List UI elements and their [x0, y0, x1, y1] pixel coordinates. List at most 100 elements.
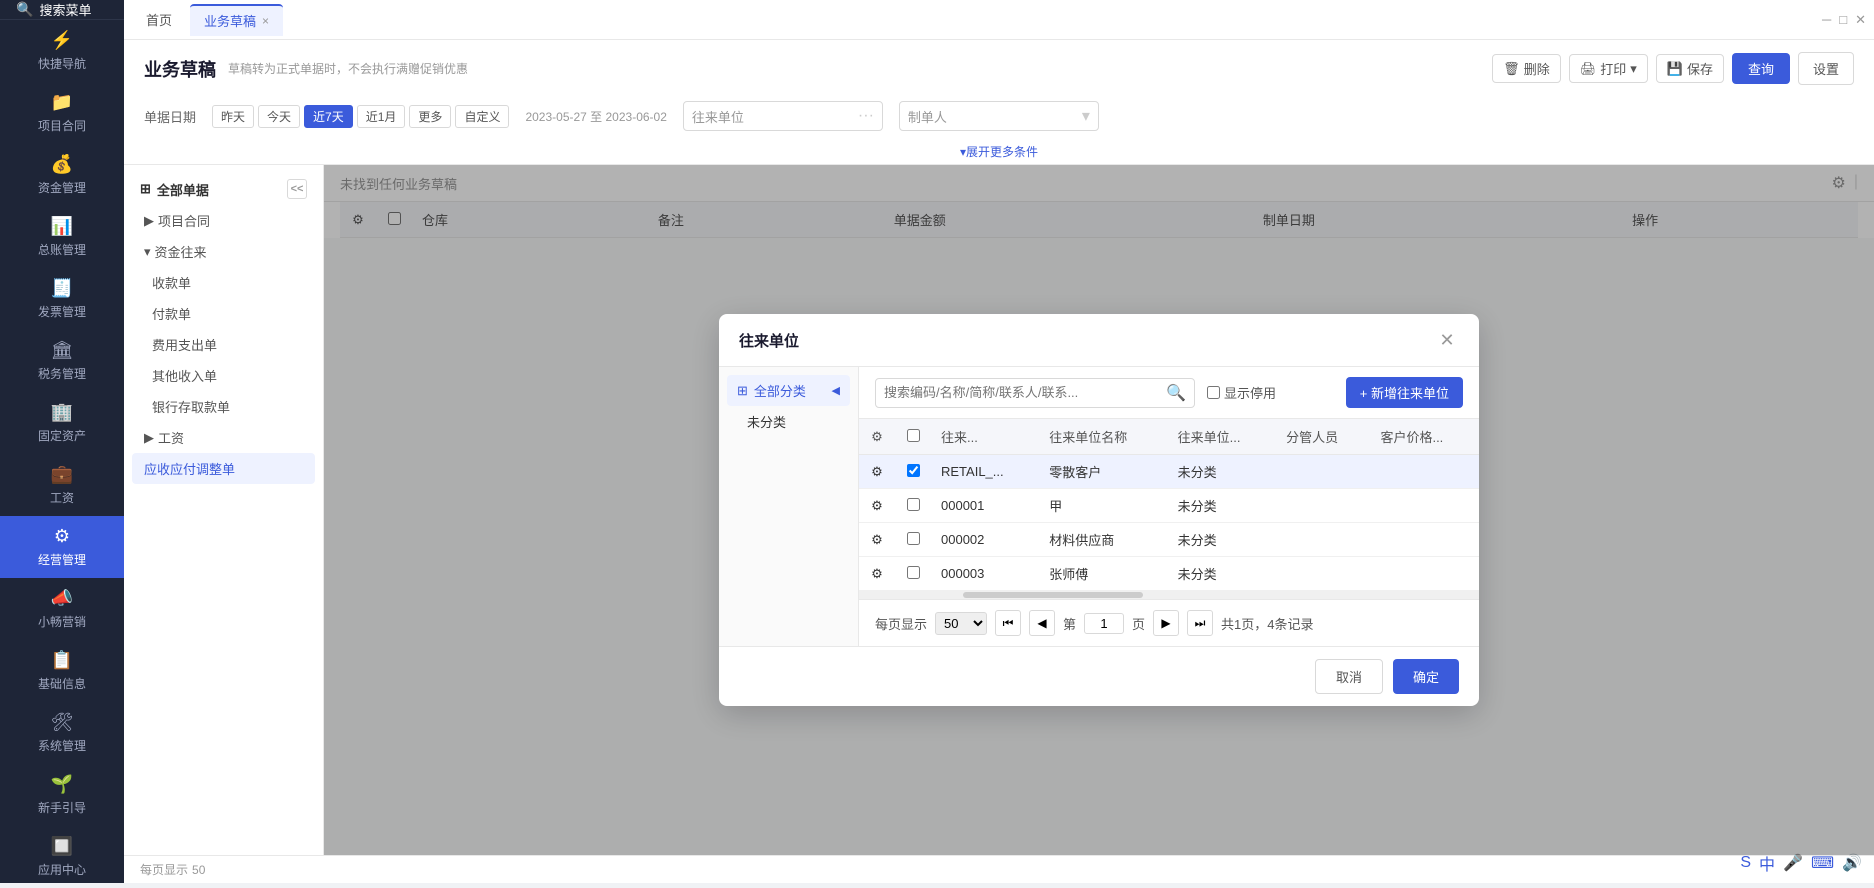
- maximize-icon[interactable]: □: [1839, 12, 1847, 27]
- add-partner-button[interactable]: + 新增往来单位: [1346, 377, 1463, 408]
- save-button[interactable]: 💾 保存: [1656, 54, 1724, 83]
- mic-icon[interactable]: 🎤: [1783, 853, 1803, 873]
- date-btn-more[interactable]: 更多: [409, 105, 451, 128]
- table-row[interactable]: ⚙ RETAIL_... 零散客户 未分类: [859, 455, 1479, 489]
- row-settings[interactable]: ⚙: [859, 489, 895, 523]
- row-name: 零散客户: [1039, 455, 1167, 489]
- row-check[interactable]: [895, 455, 931, 489]
- sidebar-item-marketing[interactable]: 📣 小畅营销: [0, 578, 124, 640]
- sidebar-item-assets[interactable]: 🏢 固定资产: [0, 392, 124, 454]
- sidebar-item-tax[interactable]: 🏛 税务管理: [0, 330, 124, 392]
- confirm-button[interactable]: 确定: [1393, 659, 1459, 694]
- speaker-icon[interactable]: 🔊: [1842, 853, 1862, 873]
- row-check[interactable]: [895, 557, 931, 591]
- date-btn-7days[interactable]: 近7天: [304, 105, 353, 128]
- tab-draft[interactable]: 业务草稿 ×: [190, 4, 283, 36]
- assets-icon: 🏢: [51, 402, 73, 423]
- sidebar-item-system[interactable]: 🛠 系统管理: [0, 702, 124, 764]
- left-nav-payment[interactable]: 付款单: [140, 298, 315, 329]
- tab-draft-close[interactable]: ×: [262, 14, 269, 28]
- sidebar-item-newbie[interactable]: 🌱 新手引导: [0, 764, 124, 826]
- per-page-select[interactable]: 50 100: [935, 612, 987, 635]
- sidebar-logo-label: 搜索菜单: [39, 0, 91, 19]
- date-btn-custom[interactable]: 自定义: [455, 105, 509, 128]
- left-nav-projects[interactable]: ▶ 项目合同: [132, 205, 315, 236]
- delete-button[interactable]: 🗑 删除: [1492, 54, 1561, 83]
- last-page-button[interactable]: ⏭: [1187, 610, 1213, 636]
- table-row[interactable]: ⚙ 000002 材料供应商 未分类: [859, 523, 1479, 557]
- date-btn-1month[interactable]: 近1月: [357, 105, 406, 128]
- first-page-button[interactable]: ⏮: [995, 610, 1021, 636]
- close-window-icon[interactable]: ✕: [1855, 12, 1866, 28]
- row-settings[interactable]: ⚙: [859, 557, 895, 591]
- expand-filter-row[interactable]: ▾ 展开更多条件: [144, 139, 1854, 164]
- expand-icon: ···: [858, 107, 874, 125]
- minimize-icon[interactable]: ─: [1822, 12, 1831, 27]
- row-checkbox[interactable]: [907, 498, 920, 511]
- row-settings[interactable]: ⚙: [859, 455, 895, 489]
- sidebar-item-accounting[interactable]: 📊 总账管理: [0, 206, 124, 268]
- show-disabled-toggle[interactable]: 显示停用: [1207, 383, 1276, 402]
- left-nav-title: ⊞ 全部单据 <<: [132, 173, 315, 205]
- left-nav-salary[interactable]: ▶ 工资: [132, 422, 315, 453]
- date-btn-today[interactable]: 今天: [258, 105, 300, 128]
- dialog-search-input-wrap[interactable]: 🔍: [875, 378, 1195, 408]
- search-icon: 🔍: [1166, 383, 1186, 403]
- sidebar-item-label: 发票管理: [38, 303, 86, 320]
- row-checkbox[interactable]: [907, 532, 920, 545]
- cancel-button[interactable]: 取消: [1315, 659, 1383, 694]
- table-row[interactable]: ⚙ 000001 甲 未分类: [859, 489, 1479, 523]
- dialog-pagination: 每页显示 50 100 ⏮ ◀ 第 页: [859, 599, 1479, 646]
- th-check-all[interactable]: [907, 429, 920, 442]
- sidebar-item-basic[interactable]: 📋 基础信息: [0, 640, 124, 702]
- date-btn-yesterday[interactable]: 昨天: [212, 105, 254, 128]
- row-checkbox[interactable]: [907, 566, 920, 579]
- dialog-close-button[interactable]: ✕: [1435, 328, 1459, 352]
- query-button[interactable]: 查询: [1732, 53, 1790, 84]
- sidebar-item-label: 应用中心: [38, 861, 86, 878]
- dialog-category-uncategorized[interactable]: 未分类: [727, 406, 850, 437]
- sidebar-item-projects[interactable]: 📁 项目合同: [0, 82, 124, 144]
- row-category: 未分类: [1168, 557, 1277, 591]
- row-check[interactable]: [895, 523, 931, 557]
- date-range: 2023-05-27 至 2023-06-02: [525, 108, 666, 125]
- print-button[interactable]: 🖨 打印 ▾: [1569, 54, 1648, 83]
- table-row[interactable]: ⚙ 000003 张师傅 未分类: [859, 557, 1479, 591]
- left-nav-bank[interactable]: 银行存取款单: [140, 391, 315, 422]
- settings-button[interactable]: 设置: [1798, 52, 1854, 85]
- dialog-overlay: 往来单位 ✕ ⊞ 全部分类 ◀: [324, 165, 1874, 855]
- collapse-left-icon[interactable]: ◀: [832, 384, 840, 397]
- tab-home[interactable]: 首页: [132, 4, 186, 36]
- row-category: 未分类: [1168, 489, 1277, 523]
- row-checkbox[interactable]: [907, 464, 920, 477]
- show-disabled-checkbox[interactable]: [1207, 386, 1220, 399]
- keyboard-icon[interactable]: ⌨: [1811, 853, 1834, 873]
- dialog-body: ⊞ 全部分类 ◀ 未分类: [719, 367, 1479, 646]
- left-nav-arexpense[interactable]: 应收应付调整单: [132, 453, 315, 484]
- collapse-nav-button[interactable]: <<: [287, 179, 307, 199]
- sidebar-item-quicknav[interactable]: ⚡ 快捷导航: [0, 20, 124, 82]
- sidebar-item-apps[interactable]: 🔲 应用中心: [0, 826, 124, 888]
- next-page-button[interactable]: ▶: [1153, 610, 1179, 636]
- th-check[interactable]: [895, 419, 931, 455]
- left-nav-finance[interactable]: ▾ 资金往来: [132, 236, 315, 267]
- row-check[interactable]: [895, 489, 931, 523]
- maker-filter[interactable]: 制单人 ▾: [899, 101, 1099, 131]
- left-nav-receipt[interactable]: 收款单: [140, 267, 315, 298]
- sidebar-item-operations[interactable]: ⚙ 经营管理: [0, 516, 124, 578]
- left-nav-expense[interactable]: 费用支出单: [140, 329, 315, 360]
- row-settings[interactable]: ⚙: [859, 523, 895, 557]
- dialog-scroll-thumb[interactable]: [963, 592, 1143, 598]
- sidebar-logo[interactable]: 🔍 搜索菜单: [0, 0, 124, 20]
- sidebar-item-finance[interactable]: 💰 资金管理: [0, 144, 124, 206]
- page-input[interactable]: [1084, 613, 1124, 634]
- prev-page-button[interactable]: ◀: [1029, 610, 1055, 636]
- sidebar-item-salary[interactable]: 💼 工资: [0, 454, 124, 516]
- partner-filter[interactable]: 往来单位 ···: [683, 101, 883, 131]
- th-settings[interactable]: ⚙: [859, 419, 895, 455]
- left-nav-income[interactable]: 其他收入单: [140, 360, 315, 391]
- chevron-down-icon: ▾: [1630, 61, 1637, 77]
- dialog-search-input[interactable]: [884, 385, 1166, 400]
- dialog-category-all[interactable]: ⊞ 全部分类 ◀: [727, 375, 850, 406]
- sidebar-item-invoice[interactable]: 🧾 发票管理: [0, 268, 124, 330]
